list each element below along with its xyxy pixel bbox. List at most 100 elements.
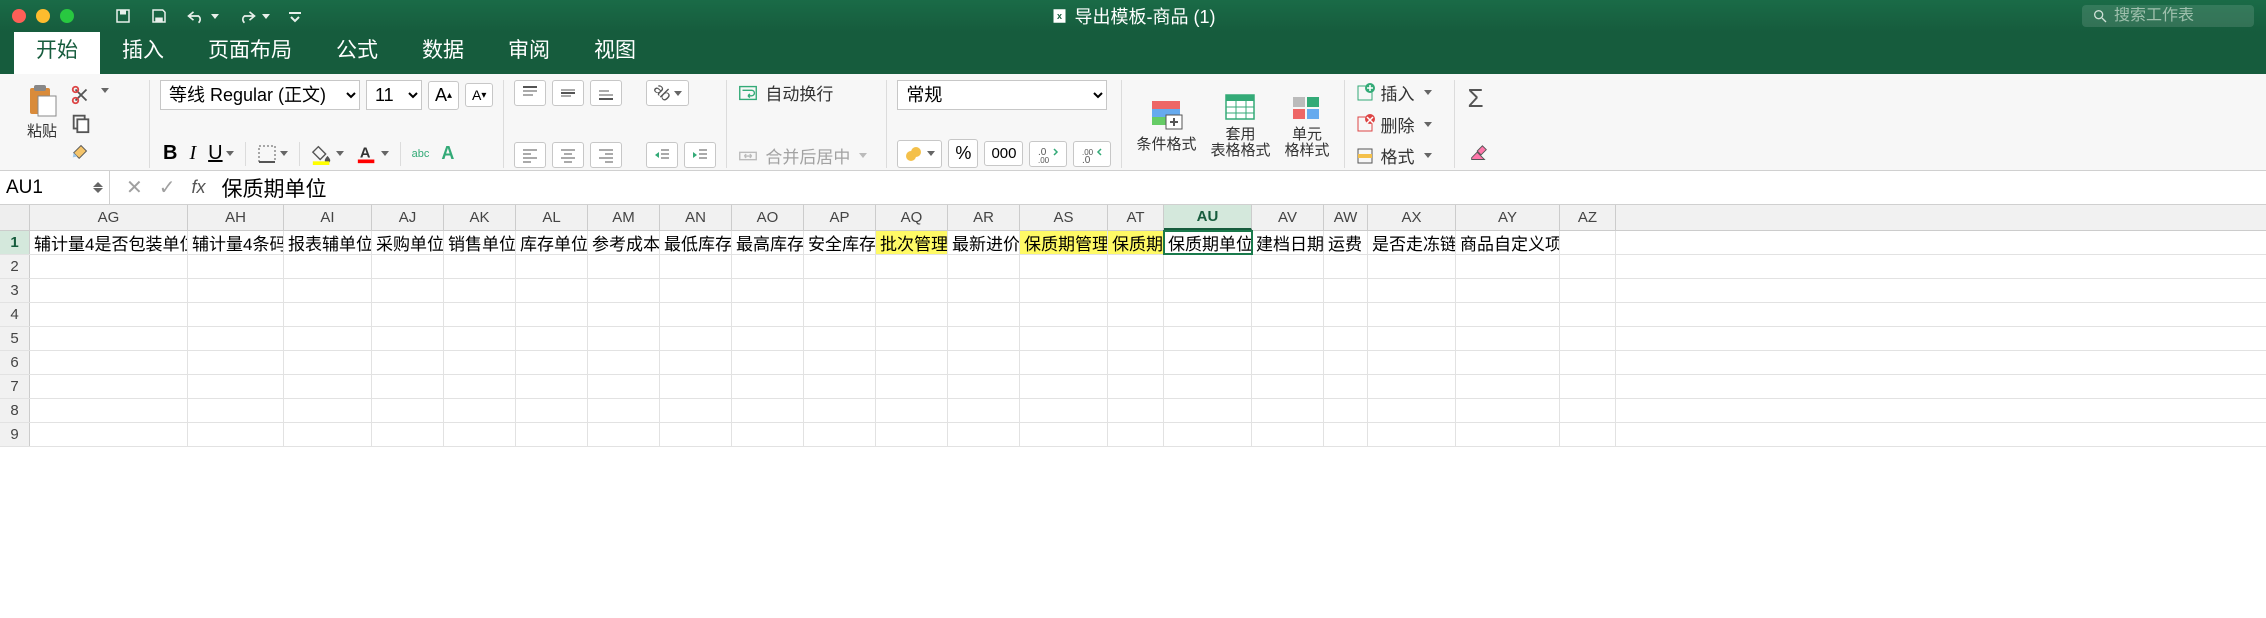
cell-AI6[interactable]	[284, 351, 372, 374]
cell-AO2[interactable]	[732, 255, 804, 278]
cell-AI8[interactable]	[284, 399, 372, 422]
cell-AY6[interactable]	[1456, 351, 1560, 374]
cell-AR3[interactable]	[948, 279, 1020, 302]
phonetic-button[interactable]: abc	[409, 143, 433, 164]
cell-AZ2[interactable]	[1560, 255, 1616, 278]
cell-AS3[interactable]	[1020, 279, 1108, 302]
column-header-AT[interactable]: AT	[1108, 205, 1164, 230]
paste-button[interactable]: 粘贴	[20, 80, 64, 166]
merge-center-button[interactable]: 合并后居中	[737, 143, 876, 168]
cell-AX9[interactable]	[1368, 423, 1456, 446]
cell-AH8[interactable]	[188, 399, 284, 422]
cell-AQ8[interactable]	[876, 399, 948, 422]
underline-button[interactable]: U	[205, 139, 236, 168]
border-button[interactable]	[254, 141, 291, 167]
cell-AK9[interactable]	[444, 423, 516, 446]
cell-AW8[interactable]	[1324, 399, 1368, 422]
cell-AI9[interactable]	[284, 423, 372, 446]
select-all-corner[interactable]	[0, 205, 30, 230]
cell-AU9[interactable]	[1164, 423, 1252, 446]
column-header-AN[interactable]: AN	[660, 205, 732, 230]
cell-AM3[interactable]	[588, 279, 660, 302]
cell-AM9[interactable]	[588, 423, 660, 446]
cell-AT3[interactable]	[1108, 279, 1164, 302]
cell-AU1[interactable]: 保质期单位	[1164, 231, 1252, 254]
cell-AS5[interactable]	[1020, 327, 1108, 350]
cell-AL3[interactable]	[516, 279, 588, 302]
cell-AQ7[interactable]	[876, 375, 948, 398]
cell-AZ9[interactable]	[1560, 423, 1616, 446]
cell-AV9[interactable]	[1252, 423, 1324, 446]
cell-AZ3[interactable]	[1560, 279, 1616, 302]
align-right-button[interactable]	[590, 142, 622, 168]
row-header[interactable]: 6	[0, 351, 30, 374]
cell-AX5[interactable]	[1368, 327, 1456, 350]
cell-AH6[interactable]	[188, 351, 284, 374]
cell-AQ9[interactable]	[876, 423, 948, 446]
column-header-AG[interactable]: AG	[30, 205, 188, 230]
cell-AT8[interactable]	[1108, 399, 1164, 422]
cell-AY8[interactable]	[1456, 399, 1560, 422]
cell-styles-button[interactable]: 单元 格样式	[1281, 87, 1334, 162]
cell-AN7[interactable]	[660, 375, 732, 398]
cell-AM1[interactable]: 参考成本	[588, 231, 660, 254]
cell-AT6[interactable]	[1108, 351, 1164, 374]
cell-AH1[interactable]: 辅计量4条码	[188, 231, 284, 254]
cell-AG9[interactable]	[30, 423, 188, 446]
column-header-AH[interactable]: AH	[188, 205, 284, 230]
cell-AP5[interactable]	[804, 327, 876, 350]
decrease-decimal-button[interactable]: .00.0	[1073, 141, 1111, 167]
cell-AX6[interactable]	[1368, 351, 1456, 374]
cell-AQ2[interactable]	[876, 255, 948, 278]
cell-AY1[interactable]: 商品自定义项	[1456, 231, 1560, 254]
cell-AU7[interactable]	[1164, 375, 1252, 398]
fx-icon[interactable]: fx	[192, 177, 216, 198]
cancel-formula-icon[interactable]: ✕	[126, 175, 143, 200]
cell-AG4[interactable]	[30, 303, 188, 326]
cell-AT9[interactable]	[1108, 423, 1164, 446]
search-box[interactable]	[2082, 5, 2254, 27]
column-header-AV[interactable]: AV	[1252, 205, 1324, 230]
cell-AR6[interactable]	[948, 351, 1020, 374]
format-painter-button[interactable]	[70, 140, 92, 162]
font-name-select[interactable]: 等线 Regular (正文)	[160, 80, 360, 110]
cell-AL7[interactable]	[516, 375, 588, 398]
cell-AQ5[interactable]	[876, 327, 948, 350]
cell-AQ6[interactable]	[876, 351, 948, 374]
cell-AK4[interactable]	[444, 303, 516, 326]
column-header-AR[interactable]: AR	[948, 205, 1020, 230]
cell-AZ5[interactable]	[1560, 327, 1616, 350]
cell-AS7[interactable]	[1020, 375, 1108, 398]
undo-icon[interactable]	[186, 8, 219, 24]
align-left-button[interactable]	[514, 142, 546, 168]
cell-AJ1[interactable]: 采购单位	[372, 231, 444, 254]
cell-AO6[interactable]	[732, 351, 804, 374]
cell-AG7[interactable]	[30, 375, 188, 398]
minimize-window-icon[interactable]	[36, 9, 50, 23]
format-cells-button[interactable]: 格式	[1355, 143, 1444, 168]
conditional-format-button[interactable]: 条件格式	[1132, 93, 1200, 156]
cell-AV8[interactable]	[1252, 399, 1324, 422]
clear-button[interactable]	[1465, 140, 1493, 168]
cell-AW3[interactable]	[1324, 279, 1368, 302]
cell-AM6[interactable]	[588, 351, 660, 374]
cell-AH9[interactable]	[188, 423, 284, 446]
cell-AO9[interactable]	[732, 423, 804, 446]
cell-AT1[interactable]: 保质期	[1108, 231, 1164, 254]
cell-AZ1[interactable]	[1560, 231, 1616, 254]
cell-AN5[interactable]	[660, 327, 732, 350]
cell-AK6[interactable]	[444, 351, 516, 374]
cell-AL9[interactable]	[516, 423, 588, 446]
cell-AN3[interactable]	[660, 279, 732, 302]
cell-AJ7[interactable]	[372, 375, 444, 398]
font-color-button[interactable]: A	[353, 140, 392, 168]
cell-AH2[interactable]	[188, 255, 284, 278]
cell-AZ8[interactable]	[1560, 399, 1616, 422]
row-header[interactable]: 4	[0, 303, 30, 326]
delete-cells-button[interactable]: 删除	[1355, 112, 1444, 137]
cell-AS1[interactable]: 保质期管理	[1020, 231, 1108, 254]
cell-AL8[interactable]	[516, 399, 588, 422]
cell-AM8[interactable]	[588, 399, 660, 422]
tab-home[interactable]: 开始	[14, 26, 100, 74]
decrease-indent-button[interactable]	[646, 142, 678, 168]
